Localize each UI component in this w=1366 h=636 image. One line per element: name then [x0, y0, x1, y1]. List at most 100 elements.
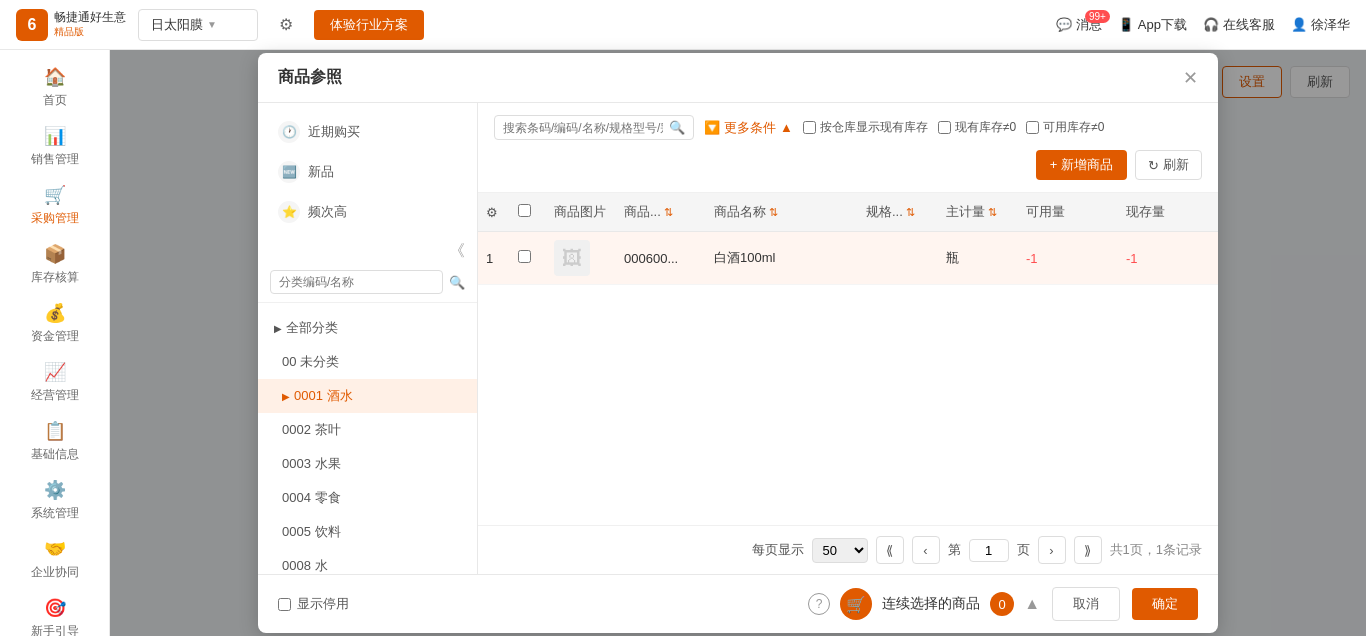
cat-item-fruit[interactable]: 0003 水果 — [258, 447, 477, 481]
system-icon: ⚙️ — [44, 479, 66, 501]
cat-item-liquor[interactable]: ▶ 0001 酒水 — [258, 379, 477, 413]
filter-button[interactable]: 🔽 更多条件 ▲ — [704, 119, 793, 137]
category-search-icon[interactable]: 🔍 — [449, 275, 465, 290]
cart-icon[interactable]: 🛒 — [840, 588, 872, 620]
usable-not-zero-input[interactable] — [1026, 121, 1039, 134]
sidebar-item-purchase[interactable]: 🛒 采购管理 — [0, 176, 109, 235]
sort-unit-icon: ⇅ — [988, 206, 997, 219]
th-name[interactable]: 商品名称 ⇅ — [706, 193, 858, 232]
filter-icon: 🔽 — [704, 120, 720, 135]
modal-footer: 显示停用 ? 🛒 连续选择的商品 0 ▲ 取消 确定 — [258, 574, 1218, 633]
sidebar-item-guide[interactable]: 🎯 新手引导 — [0, 589, 109, 636]
sidebar-item-sales[interactable]: 📊 销售管理 — [0, 117, 109, 176]
cat-label-fruit: 0003 水果 — [282, 455, 341, 473]
product-search-input[interactable] — [503, 121, 663, 135]
th-spec[interactable]: 规格... ⇅ — [858, 193, 938, 232]
add-product-button[interactable]: + 新增商品 — [1036, 150, 1127, 180]
cat-item-snack[interactable]: 0004 零食 — [258, 481, 477, 515]
cat-label-tea: 0002 茶叶 — [282, 421, 341, 439]
sidebar-label-basic-info: 基础信息 — [31, 446, 79, 463]
messages-button[interactable]: 💬 消息 99+ — [1056, 16, 1102, 34]
available-not-zero-input[interactable] — [938, 121, 951, 134]
sidebar-label-guide: 新手引导 — [31, 623, 79, 636]
toolbar: 🔍 🔽 更多条件 ▲ 按仓库显示现有库存 — [478, 103, 1218, 193]
th-available: 可用量 — [1018, 193, 1118, 232]
by-warehouse-label: 按仓库显示现有库存 — [820, 119, 928, 136]
cat-item-tea[interactable]: 0002 茶叶 — [258, 413, 477, 447]
sidebar-item-inventory[interactable]: 📦 库存核算 — [0, 235, 109, 294]
cat-label-uncategorized: 00 未分类 — [282, 353, 339, 371]
quick-item-new[interactable]: 🆕 新品 — [270, 155, 465, 189]
sidebar-label-operations: 经营管理 — [31, 387, 79, 404]
sort-name-icon: ⇅ — [769, 206, 778, 219]
cancel-button[interactable]: 取消 — [1052, 587, 1120, 621]
content-area: 查询 设置 刷新 商品参照 ✕ 🕐 — [110, 50, 1366, 636]
page-size-select[interactable]: 10 20 50 100 — [812, 538, 868, 563]
sidebar-item-system[interactable]: ⚙️ 系统管理 — [0, 471, 109, 530]
page-number-input[interactable] — [969, 539, 1009, 562]
cat-item-all[interactable]: ▶ 全部分类 — [258, 311, 477, 345]
select-all-checkbox[interactable] — [518, 204, 531, 217]
th-settings[interactable]: ⚙ — [478, 193, 510, 232]
sidebar-item-operations[interactable]: 📈 经营管理 — [0, 353, 109, 412]
row-select-checkbox[interactable] — [518, 250, 531, 263]
usable-not-zero-checkbox[interactable]: 可用库存≠0 — [1026, 119, 1104, 136]
next-page-button[interactable]: › — [1038, 536, 1066, 564]
user-avatar[interactable]: 👤 徐泽华 — [1291, 16, 1350, 34]
product-image: 🖼 — [554, 240, 590, 276]
refresh-product-button[interactable]: ↻ 刷新 — [1135, 150, 1202, 180]
inventory-icon: 📦 — [44, 243, 66, 265]
left-panel: 🕐 近期购买 🆕 新品 ⭐ 频次高 — [258, 103, 478, 574]
th-code[interactable]: 商品... ⇅ — [616, 193, 706, 232]
category-search: 🔍 — [258, 270, 477, 303]
by-warehouse-input[interactable] — [803, 121, 816, 134]
product-search-icon[interactable]: 🔍 — [669, 120, 685, 135]
sidebar-item-finance[interactable]: 💰 资金管理 — [0, 294, 109, 353]
by-warehouse-checkbox[interactable]: 按仓库显示现有库存 — [803, 119, 928, 136]
sidebar-item-basic-info[interactable]: 📋 基础信息 — [0, 412, 109, 471]
home-icon: 🏠 — [44, 66, 66, 88]
cat-item-uncategorized[interactable]: 00 未分类 — [258, 345, 477, 379]
row-stock: -1 — [1118, 232, 1218, 285]
show-disabled-checkbox[interactable]: 显示停用 — [278, 595, 349, 613]
first-page-button[interactable]: ⟪ — [876, 536, 904, 564]
collapse-panel-button[interactable]: 《 — [258, 241, 477, 270]
user-name: 徐泽华 — [1311, 16, 1350, 34]
sidebar-label-home: 首页 — [43, 92, 67, 109]
collapse-footer-icon[interactable]: ▲ — [1024, 595, 1040, 613]
row-unit: 瓶 — [938, 232, 1018, 285]
prev-page-button[interactable]: ‹ — [912, 536, 940, 564]
app-download-button[interactable]: 📱 App下载 — [1118, 16, 1187, 34]
last-page-button[interactable]: ⟫ — [1074, 536, 1102, 564]
settings-icon[interactable]: ⚙ — [270, 9, 302, 41]
confirm-button[interactable]: 确定 — [1132, 588, 1198, 620]
total-info: 共1页，1条记录 — [1110, 541, 1202, 559]
th-unit[interactable]: 主计量 ⇅ — [938, 193, 1018, 232]
modal-close-button[interactable]: ✕ — [1183, 69, 1198, 87]
sidebar-item-collaboration[interactable]: 🤝 企业协同 — [0, 530, 109, 589]
collaboration-icon: 🤝 — [44, 538, 66, 560]
row-checkbox[interactable] — [510, 232, 546, 285]
nav-right: 💬 消息 99+ 📱 App下载 🎧 在线客服 👤 徐泽华 — [1056, 16, 1350, 34]
cat-item-beverage[interactable]: 0005 饮料 — [258, 515, 477, 549]
message-badge: 99+ — [1085, 10, 1110, 23]
help-icon[interactable]: ? — [808, 593, 830, 615]
company-selector[interactable]: 日太阳膜 ▼ — [138, 9, 258, 41]
row-seq: 1 — [478, 232, 510, 285]
mobile-icon: 📱 — [1118, 17, 1134, 32]
category-search-input[interactable] — [270, 270, 443, 294]
quick-item-recent[interactable]: 🕐 近期购买 — [270, 115, 465, 149]
cat-label-snack: 0004 零食 — [282, 489, 341, 507]
message-icon: 💬 — [1056, 17, 1072, 32]
table-row[interactable]: 1 🖼 000600... 白酒100ml — [478, 232, 1218, 285]
quick-item-frequent[interactable]: ⭐ 频次高 — [270, 195, 465, 229]
purchase-icon: 🛒 — [44, 184, 66, 206]
filter-label: 更多条件 — [724, 119, 776, 137]
show-disabled-input[interactable] — [278, 598, 291, 611]
available-not-zero-checkbox[interactable]: 现有库存≠0 — [938, 119, 1016, 136]
trial-button[interactable]: 体验行业方案 — [314, 10, 424, 40]
cat-item-water[interactable]: 0008 水 — [258, 549, 477, 574]
online-service-button[interactable]: 🎧 在线客服 — [1203, 16, 1275, 34]
category-list: ▶ 全部分类 00 未分类 ▶ 0001 酒水 0002 茶 — [258, 303, 477, 574]
sidebar-item-home[interactable]: 🏠 首页 — [0, 58, 109, 117]
